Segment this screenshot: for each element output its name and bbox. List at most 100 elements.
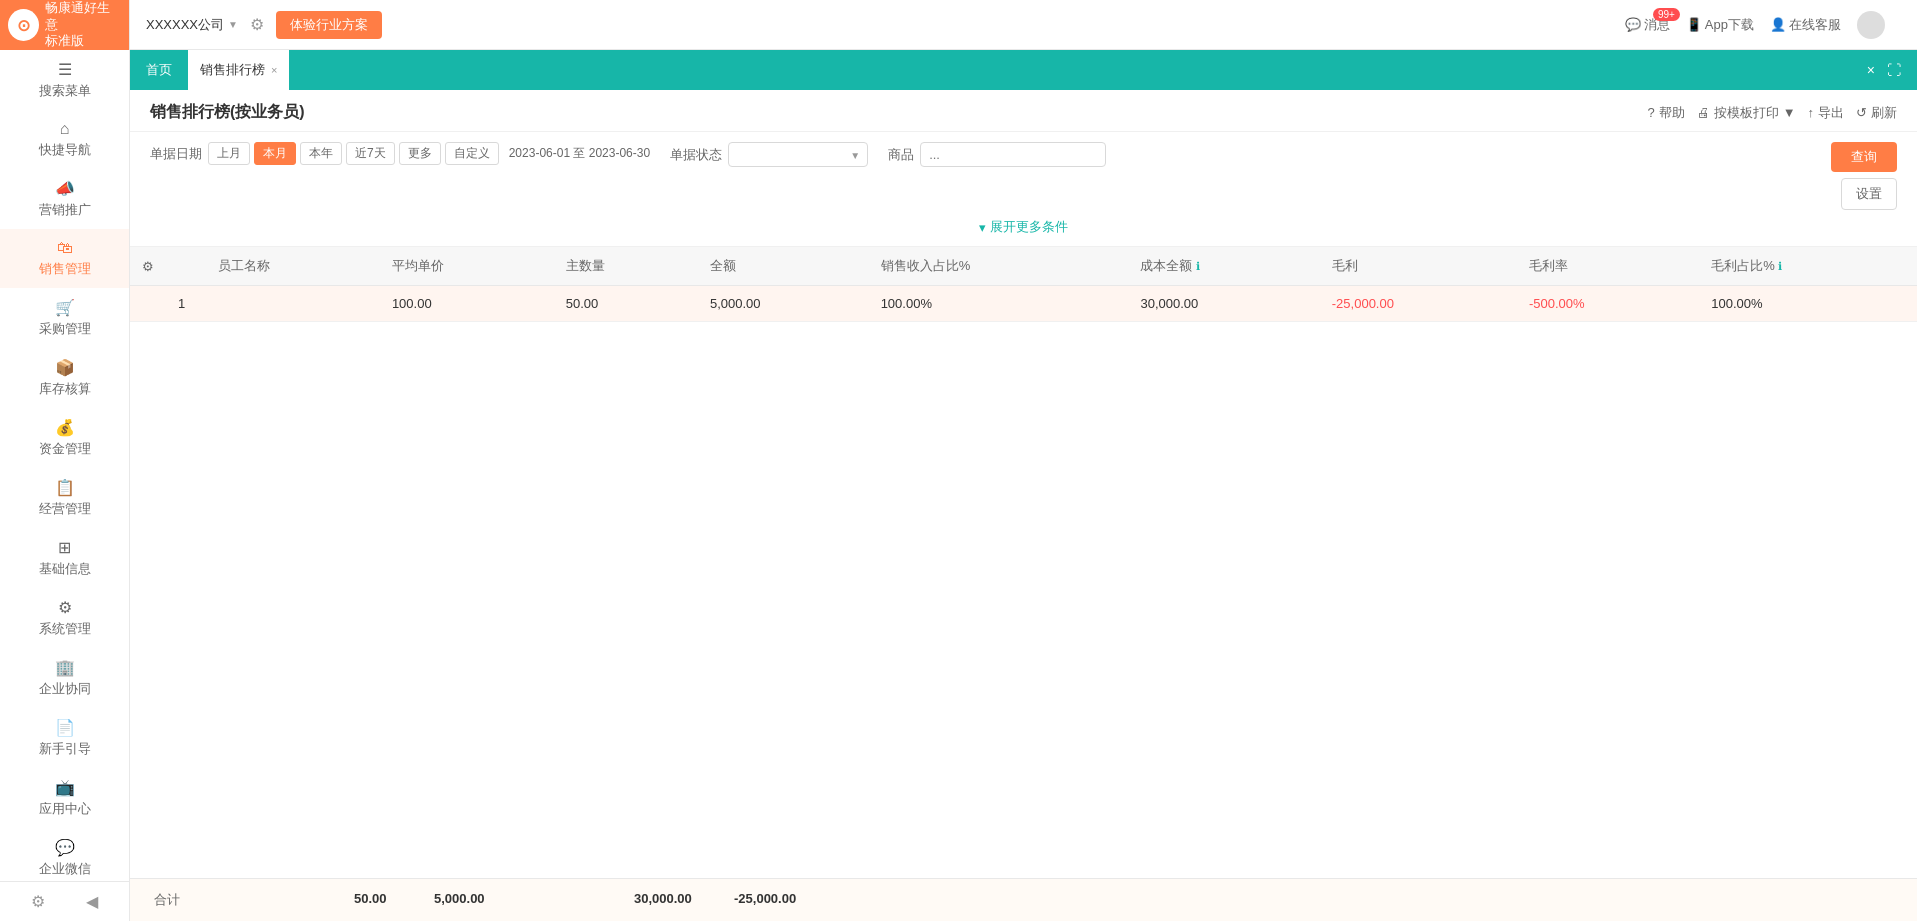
user-avatar[interactable] bbox=[1857, 11, 1885, 39]
sidebar-logo: ⊙ 畅康通好生意 标准版 bbox=[0, 0, 129, 50]
logo-icon: ⊙ bbox=[8, 9, 39, 41]
td-cost: 30,000.00 bbox=[1128, 286, 1319, 322]
sidebar-bottom: ⚙ ◀ bbox=[0, 881, 129, 921]
th-name: 员工名称 bbox=[206, 247, 380, 286]
td-sales-pct: 100.00% bbox=[869, 286, 1129, 322]
purchase-icon: 🛒 bbox=[55, 298, 75, 317]
td-rank: 1 bbox=[166, 286, 206, 322]
message-badge: 99+ bbox=[1653, 8, 1680, 21]
date-btn-this-year[interactable]: 本年 bbox=[300, 142, 342, 165]
date-btn-7days[interactable]: 近7天 bbox=[346, 142, 395, 165]
tab-sales-ranking[interactable]: 销售排行榜 × bbox=[188, 50, 289, 90]
footer-cost: 30,000.00 bbox=[622, 889, 722, 911]
message-button[interactable]: 💬 消息 99+ bbox=[1625, 16, 1670, 34]
sidebar-item-search[interactable]: ☰ 搜索菜单 bbox=[0, 50, 129, 110]
date-btn-last-month[interactable]: 上月 bbox=[208, 142, 250, 165]
sidebar-item-wechat[interactable]: 💬 企业微信 bbox=[0, 828, 129, 881]
sidebar-item-label: 基础信息 bbox=[39, 560, 91, 578]
online-service-button[interactable]: 👤 在线客服 bbox=[1770, 16, 1841, 34]
gross-pct-info-icon[interactable]: ℹ bbox=[1778, 260, 1782, 272]
td-name bbox=[206, 286, 380, 322]
footer-sales-pct bbox=[512, 889, 622, 911]
page-inner: 销售排行榜(按业务员) ? 帮助 🖨 按模板打印 ▼ ↑ 导出 bbox=[130, 90, 1917, 921]
query-button[interactable]: 查询 bbox=[1831, 142, 1897, 172]
date-btn-group: 上月 本月 本年 近7天 更多 自定义 bbox=[208, 142, 499, 165]
system-icon: ⚙ bbox=[58, 598, 72, 617]
tabbar-maximize-icon[interactable]: ⛶ bbox=[1887, 62, 1901, 78]
trial-button[interactable]: 体验行业方案 bbox=[276, 11, 382, 39]
cost-info-icon[interactable]: ℹ bbox=[1196, 260, 1200, 272]
refresh-button[interactable]: ↺ 刷新 bbox=[1856, 104, 1897, 122]
settings-bottom-icon[interactable]: ⚙ bbox=[31, 892, 45, 911]
td-settings bbox=[130, 286, 166, 322]
tab-home-label: 首页 bbox=[146, 61, 172, 79]
footer-label: 合计 bbox=[142, 889, 262, 911]
tabbar: 首页 销售排行榜 × × ⛶ bbox=[130, 50, 1917, 90]
collapse-sidebar-icon[interactable]: ◀ bbox=[86, 892, 98, 911]
sidebar-item-marketing[interactable]: 📣 营销推广 bbox=[0, 169, 129, 229]
operation-icon: 📋 bbox=[55, 478, 75, 497]
td-gross: -25,000.00 bbox=[1320, 286, 1517, 322]
wechat-icon: 💬 bbox=[55, 838, 75, 857]
goods-input[interactable] bbox=[920, 142, 1106, 167]
footer-avg-price bbox=[262, 889, 342, 911]
service-label: 在线客服 bbox=[1789, 16, 1841, 34]
status-filter-label: 单据状态 bbox=[670, 146, 722, 164]
sidebar-item-label: 新手引导 bbox=[39, 740, 91, 758]
sidebar-item-purchase[interactable]: 🛒 采购管理 bbox=[0, 288, 129, 348]
sidebar-item-finance[interactable]: 💰 资金管理 bbox=[0, 408, 129, 468]
th-sales-pct: 销售收入占比% bbox=[869, 247, 1129, 286]
app-download-button[interactable]: 📱 App下载 bbox=[1686, 16, 1754, 34]
basic-icon: ⊞ bbox=[58, 538, 71, 557]
service-icon: 👤 bbox=[1770, 17, 1786, 32]
sidebar-item-guide[interactable]: 📄 新手引导 bbox=[0, 708, 129, 768]
help-button[interactable]: ? 帮助 bbox=[1647, 104, 1684, 122]
expand-icon: ▾ bbox=[979, 220, 986, 235]
help-label: 帮助 bbox=[1659, 104, 1685, 122]
app-icon: 📱 bbox=[1686, 17, 1702, 32]
sidebar-item-basic[interactable]: ⊞ 基础信息 bbox=[0, 528, 129, 588]
print-dropdown-icon: ▼ bbox=[1783, 105, 1796, 120]
tabbar-close-icon[interactable]: × bbox=[1867, 62, 1875, 78]
footer-qty: 50.00 bbox=[342, 889, 422, 911]
th-settings[interactable]: ⚙ bbox=[130, 247, 166, 286]
export-button[interactable]: ↑ 导出 bbox=[1808, 104, 1845, 122]
date-btn-more[interactable]: 更多 bbox=[399, 142, 441, 165]
sidebar-item-operation[interactable]: 📋 经营管理 bbox=[0, 468, 129, 528]
tab-close-icon[interactable]: × bbox=[271, 64, 277, 76]
sidebar-item-sales[interactable]: 🛍 销售管理 bbox=[0, 229, 129, 288]
corp-icon: 🏢 bbox=[55, 658, 75, 677]
setting-button[interactable]: 设置 bbox=[1841, 178, 1897, 210]
td-avg-price: 100.00 bbox=[380, 286, 554, 322]
date-filter-label: 单据日期 bbox=[150, 145, 202, 163]
refresh-icon: ↺ bbox=[1856, 105, 1867, 120]
date-btn-custom[interactable]: 自定义 bbox=[445, 142, 499, 165]
sidebar-item-quick[interactable]: ⌂ 快捷导航 bbox=[0, 110, 129, 169]
table-footer: 合计 50.00 5,000.00 30,000.00 -25,000.00 bbox=[130, 878, 1917, 921]
sidebar-item-apps[interactable]: 📺 应用中心 bbox=[0, 768, 129, 828]
sidebar-item-label: 快捷导航 bbox=[39, 141, 91, 159]
sidebar-item-system[interactable]: ⚙ 系统管理 bbox=[0, 588, 129, 648]
topbar: XXXXXX公司 ▼ ⚙ 体验行业方案 💬 消息 99+ 📱 App下载 👤 在… bbox=[130, 0, 1917, 50]
status-select[interactable] bbox=[728, 142, 868, 167]
home-icon: ⌂ bbox=[60, 120, 70, 138]
expand-filter-button[interactable]: ▾ 展开更多条件 bbox=[979, 218, 1068, 236]
print-button[interactable]: 🖨 按模板打印 ▼ bbox=[1697, 104, 1796, 122]
sidebar-item-label: 企业微信 bbox=[39, 860, 91, 878]
status-select-wrapper bbox=[728, 142, 868, 167]
print-label: 按模板打印 bbox=[1714, 104, 1779, 122]
date-btn-this-month[interactable]: 本月 bbox=[254, 142, 296, 165]
sidebar-item-label: 系统管理 bbox=[39, 620, 91, 638]
data-table-container: ⚙ 员工名称 平均单价 主数量 全额 销售收入占比% 成本全额 ℹ 毛利 毛利率… bbox=[130, 247, 1917, 878]
sidebar-item-inventory[interactable]: 📦 库存核算 bbox=[0, 348, 129, 408]
company-dropdown-icon: ▼ bbox=[228, 19, 238, 30]
sidebar-item-label: 采购管理 bbox=[39, 320, 91, 338]
guide-icon: 📄 bbox=[55, 718, 75, 737]
topbar-gear-icon[interactable]: ⚙ bbox=[250, 15, 264, 34]
topbar-right: 💬 消息 99+ 📱 App下载 👤 在线客服 bbox=[1625, 11, 1901, 39]
company-selector[interactable]: XXXXXX公司 ▼ bbox=[146, 16, 238, 34]
td-gross-rate: -500.00% bbox=[1517, 286, 1699, 322]
tab-home[interactable]: 首页 bbox=[130, 50, 188, 90]
sidebar-item-corp[interactable]: 🏢 企业协同 bbox=[0, 648, 129, 708]
sidebar-item-label: 企业协同 bbox=[39, 680, 91, 698]
